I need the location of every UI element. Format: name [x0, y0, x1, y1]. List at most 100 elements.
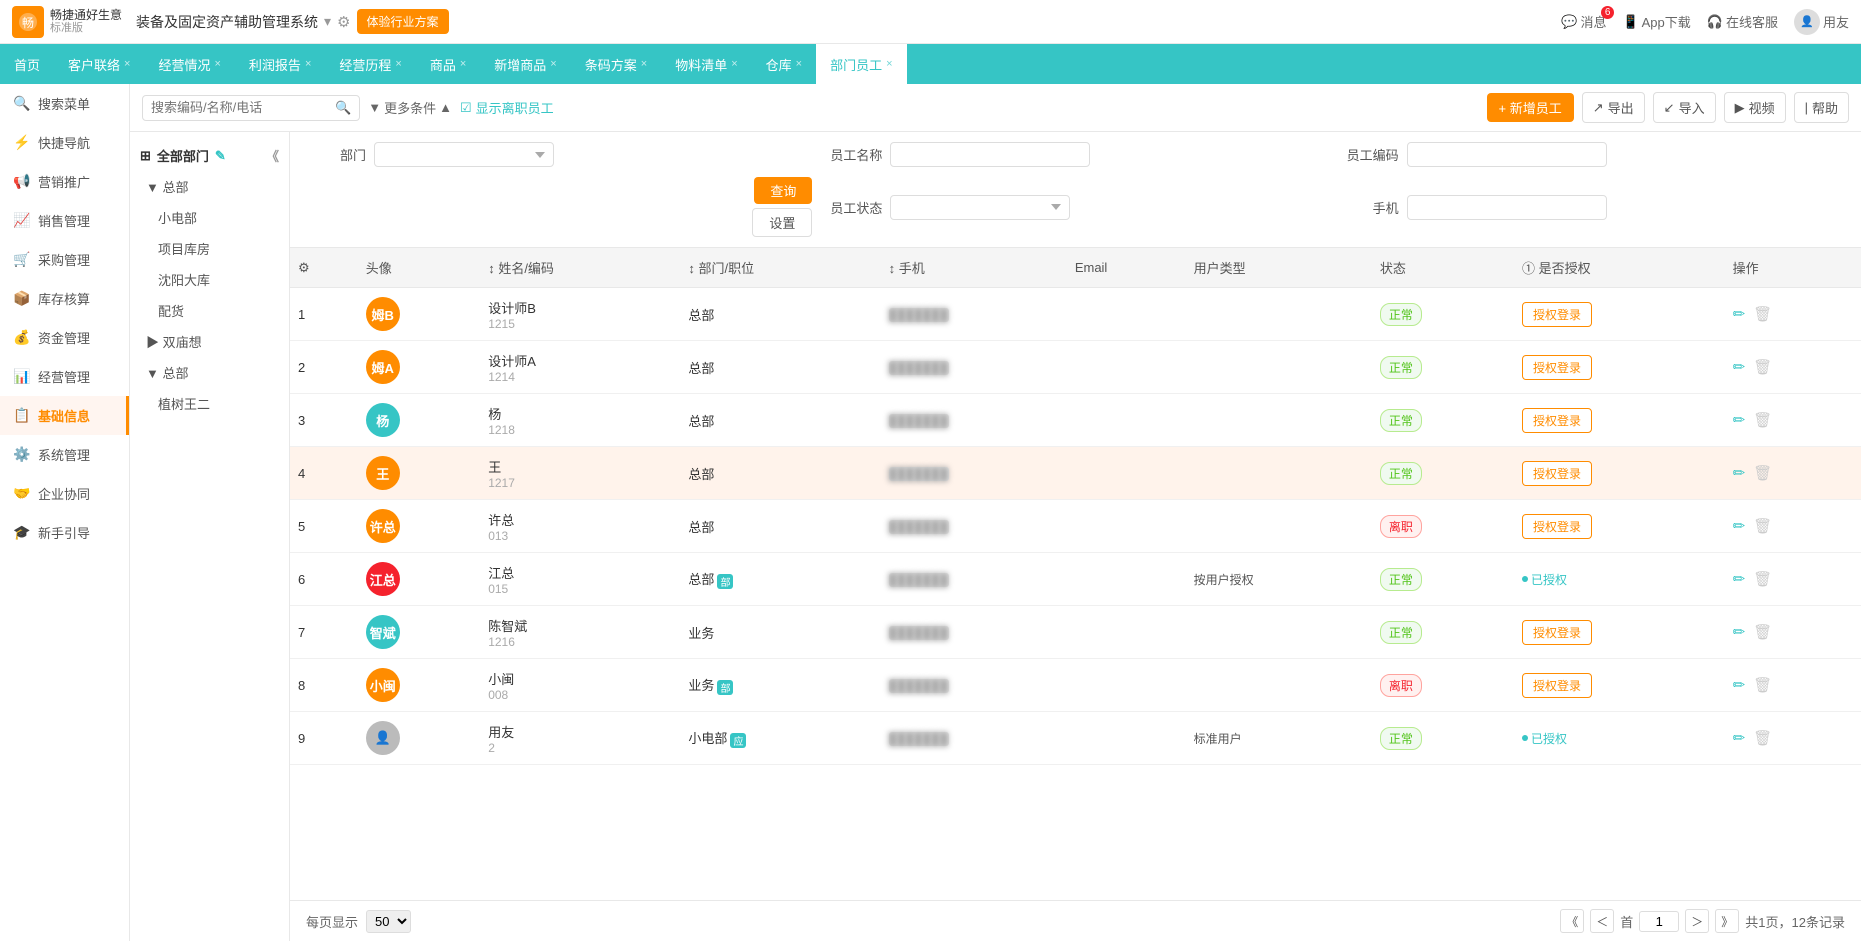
dept-node-小电部[interactable]: 小电部 [130, 202, 289, 233]
import-button[interactable]: ↙ 导入 [1653, 92, 1716, 123]
nav-tab-利润报告[interactable]: 利润报告× [235, 44, 325, 84]
nav-tab-经营历程[interactable]: 经营历程× [325, 44, 415, 84]
last-page-button[interactable]: 》 [1715, 909, 1739, 933]
close-tab-icon[interactable]: × [214, 58, 220, 70]
sidebar-item-搜索菜单[interactable]: 🔍搜索菜单 [0, 84, 129, 123]
sidebar-item-系统管理[interactable]: ⚙️系统管理 [0, 435, 129, 474]
collapse-tree-icon[interactable]: 《 [266, 146, 279, 165]
per-page-select[interactable]: 50 [366, 910, 411, 933]
edit-icon[interactable]: ✏ [1733, 676, 1746, 694]
delete-icon[interactable]: 🗑 [1753, 305, 1772, 323]
dept-node-植树王二[interactable]: 植树王二 [130, 388, 289, 419]
sidebar-item-基础信息[interactable]: 📋基础信息 [0, 396, 129, 435]
add-employee-button[interactable]: + 新增员工 [1487, 93, 1574, 122]
nav-tab-物料清单[interactable]: 物料清单× [661, 44, 751, 84]
user-avatar[interactable]: 👤 用友 [1794, 9, 1849, 35]
auth-button[interactable]: 授权登录 [1522, 408, 1592, 433]
close-tab-icon[interactable]: × [124, 58, 130, 70]
nav-tab-经营情况[interactable]: 经营情况× [144, 44, 234, 84]
edit-icon[interactable]: ✏ [1733, 464, 1746, 482]
view-button[interactable]: ▶ 视频 [1724, 92, 1786, 123]
show-resigned-toggle[interactable]: ☑ 显示离职员工 [460, 98, 554, 117]
auth-button[interactable]: 授权登录 [1522, 673, 1592, 698]
close-tab-icon[interactable]: × [796, 58, 802, 70]
auth-button[interactable]: 授权登录 [1522, 302, 1592, 327]
next-page-button[interactable]: ＞ [1685, 909, 1709, 933]
nav-tab-部门员工[interactable]: 部门员工× [816, 44, 906, 84]
filter-dept-select[interactable] [374, 142, 554, 167]
row-avatar: 姆B [358, 288, 480, 341]
row-index: 6 [290, 553, 358, 606]
filter-code-input[interactable] [1407, 142, 1607, 167]
nav-tab-商品[interactable]: 商品× [416, 44, 480, 84]
auth-button[interactable]: 授权登录 [1522, 514, 1592, 539]
search-input[interactable] [151, 100, 331, 115]
online-service-button[interactable]: 🎧 在线客服 [1707, 12, 1778, 31]
more-conditions-button[interactable]: ▼ 更多条件 ▲ [368, 98, 452, 117]
sidebar-item-新手引导[interactable]: 🎓新手引导 [0, 513, 129, 552]
nav-tab-新增商品[interactable]: 新增商品× [480, 44, 570, 84]
nav-tab-客户联络[interactable]: 客户联络× [54, 44, 144, 84]
delete-icon[interactable]: 🗑 [1753, 676, 1772, 694]
prev-page-button[interactable]: ＜ [1590, 909, 1614, 933]
delete-icon[interactable]: 🗑 [1753, 411, 1772, 429]
help-button[interactable]: | 帮助 [1794, 92, 1849, 123]
sidebar-item-库存核算[interactable]: 📦库存核算 [0, 279, 129, 318]
sidebar-item-经营管理[interactable]: 📊经营管理 [0, 357, 129, 396]
op-icons: ✏ 🗑 [1733, 358, 1853, 376]
app-download-button[interactable]: 📱 App下载 [1622, 12, 1690, 31]
edit-icon[interactable]: ✏ [1733, 517, 1746, 535]
close-tab-icon[interactable]: × [886, 58, 892, 70]
nav-tab-条码方案[interactable]: 条码方案× [571, 44, 661, 84]
nav-tab-首页[interactable]: 首页 [0, 44, 54, 84]
sidebar-item-资金管理[interactable]: 💰资金管理 [0, 318, 129, 357]
delete-icon[interactable]: 🗑 [1753, 517, 1772, 535]
delete-icon[interactable]: 🗑 [1753, 358, 1772, 376]
sidebar-item-销售管理[interactable]: 📈销售管理 [0, 201, 129, 240]
auth-button[interactable]: 授权登录 [1522, 461, 1592, 486]
sidebar-item-营销推广[interactable]: 📢营销推广 [0, 162, 129, 201]
sidebar-item-企业协同[interactable]: 🤝企业协同 [0, 474, 129, 513]
close-tab-icon[interactable]: × [731, 58, 737, 70]
edit-icon[interactable]: ✏ [1733, 305, 1746, 323]
set-button[interactable]: 设置 [752, 208, 812, 237]
row-dept: 总部 [680, 447, 880, 500]
edit-icon[interactable]: ✏ [1733, 729, 1746, 747]
sidebar-item-采购管理[interactable]: 🛒采购管理 [0, 240, 129, 279]
close-tab-icon[interactable]: × [641, 58, 647, 70]
delete-icon[interactable]: 🗑 [1753, 729, 1772, 747]
dept-node-沈阳大库[interactable]: 沈阳大库 [130, 264, 289, 295]
edit-icon[interactable]: ✏ [1733, 358, 1746, 376]
filter-name-input[interactable] [890, 142, 1090, 167]
dept-node-双庙想[interactable]: ▶ 双庙想 [130, 326, 289, 357]
nav-tab-仓库[interactable]: 仓库× [752, 44, 816, 84]
first-page-button[interactable]: 《 [1560, 909, 1584, 933]
edit-icon[interactable]: ✏ [1733, 623, 1746, 641]
message-button[interactable]: 💬 消息 6 [1561, 12, 1606, 31]
close-tab-icon[interactable]: × [395, 58, 401, 70]
edit-dept-icon[interactable]: ✎ [215, 148, 226, 164]
delete-icon[interactable]: 🗑 [1753, 570, 1772, 588]
auth-button[interactable]: 授权登录 [1522, 355, 1592, 380]
dept-node-项目库房[interactable]: 项目库房 [130, 233, 289, 264]
filter-phone-input[interactable] [1407, 195, 1607, 220]
auth-button[interactable]: 授权登录 [1522, 620, 1592, 645]
dept-node-总部[interactable]: ▼ 总部 [130, 171, 289, 202]
sidebar-item-快捷导航[interactable]: ⚡快捷导航 [0, 123, 129, 162]
gear-icon[interactable]: ⚙ [337, 13, 350, 31]
dropdown-icon[interactable]: ▾ [324, 13, 331, 30]
edit-icon[interactable]: ✏ [1733, 411, 1746, 429]
close-tab-icon[interactable]: × [305, 58, 311, 70]
close-tab-icon[interactable]: × [550, 58, 556, 70]
close-tab-icon[interactable]: × [460, 58, 466, 70]
trial-button[interactable]: 体验行业方案 [357, 9, 449, 34]
page-input[interactable] [1639, 911, 1679, 932]
query-button[interactable]: 查询 [754, 177, 812, 204]
export-button[interactable]: ↗ 导出 [1582, 92, 1645, 123]
delete-icon[interactable]: 🗑 [1753, 464, 1772, 482]
dept-node-总部[interactable]: ▼ 总部 [130, 357, 289, 388]
delete-icon[interactable]: 🗑 [1753, 623, 1772, 641]
filter-status-select[interactable] [890, 195, 1070, 220]
edit-icon[interactable]: ✏ [1733, 570, 1746, 588]
dept-node-配货[interactable]: 配货 [130, 295, 289, 326]
